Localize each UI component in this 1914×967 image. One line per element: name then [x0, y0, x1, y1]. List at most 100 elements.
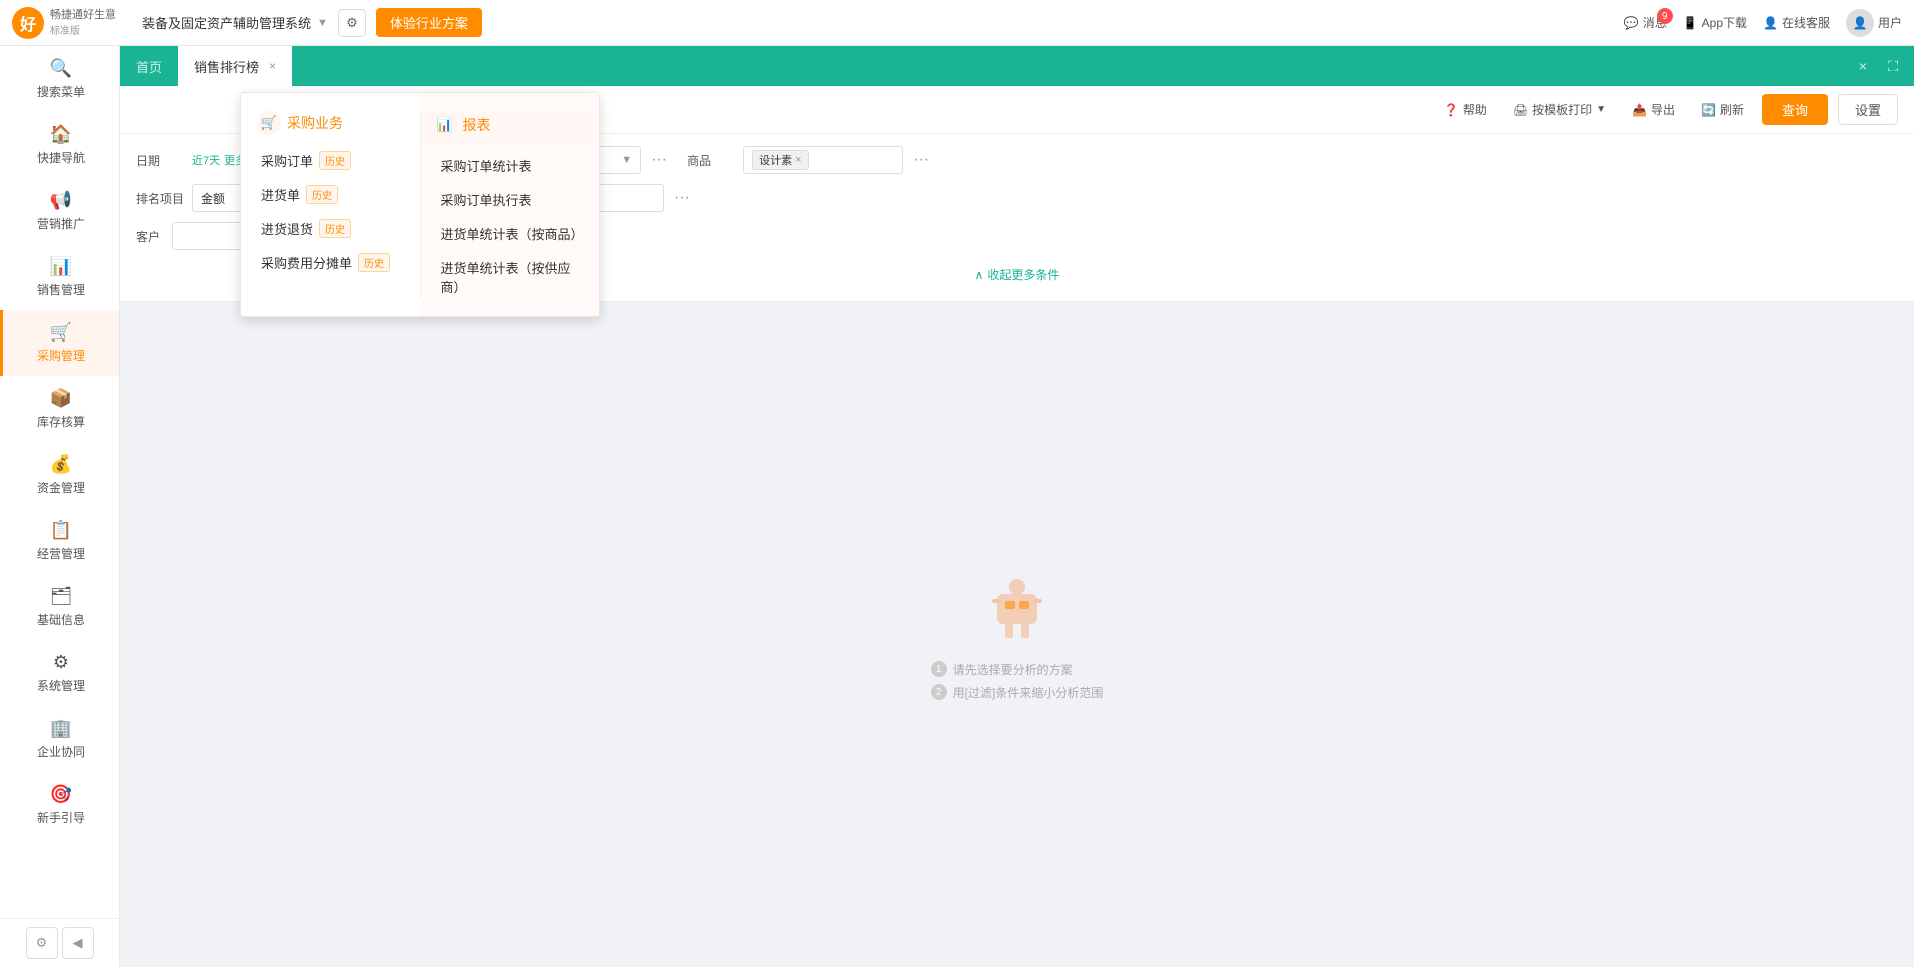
tab-close-btn[interactable]: × — [269, 59, 276, 73]
logo-text: 畅捷通好生意 — [50, 8, 116, 22]
purchase-col: 🛒 采购业务 采购订单 历史 进货单 历史 进货退货 历史 — [241, 105, 420, 304]
sidebar-item-sales[interactable]: 📊 销售管理 — [0, 244, 119, 310]
date-shortcut-7days[interactable]: 近7天 — [192, 152, 220, 168]
dropdown-item-report-2[interactable]: 采购订单执行表 — [433, 183, 588, 216]
date-label: 日期 — [136, 152, 186, 169]
sidebar-item-label-enterprise: 企业协同 — [37, 743, 85, 760]
toolbar-right: ❓ 帮助 🖨 按模板打印 ▼ 📤 导出 🔄 刷新 — [1436, 94, 1898, 125]
newbie-icon: 🎯 — [50, 784, 72, 805]
tab-sales-rank-label: 销售排行榜 — [194, 57, 259, 76]
dropdown-item-expense[interactable]: 采购费用分摊单 历史 — [253, 246, 408, 279]
sidebar-item-enterprise[interactable]: 🏢 企业协同 — [0, 706, 119, 772]
user-item[interactable]: 👤 用户 — [1846, 9, 1902, 37]
goods-tag-remove[interactable]: × — [795, 154, 801, 166]
report-1-label: 采购订单统计表 — [441, 156, 532, 175]
settings-action-btn[interactable]: 设置 — [1838, 94, 1898, 125]
procurement-dropdown-menu: 🛒 采购业务 采购订单 历史 进货单 历史 进货退货 历史 — [240, 92, 600, 317]
dropdown-item-report-1[interactable]: 采购订单统计表 — [433, 149, 588, 182]
export-btn[interactable]: 📤 导出 — [1624, 97, 1683, 122]
sidebar-item-newbie[interactable]: 🎯 新手引导 — [0, 772, 119, 838]
sidebar-item-operations[interactable]: 📋 经营管理 — [0, 508, 119, 574]
report-header-icon: 📊 — [433, 113, 457, 137]
sidebar-item-marketing[interactable]: 📢 营销推广 — [0, 178, 119, 244]
empty-icon — [977, 569, 1057, 649]
sidebar-settings-btn[interactable]: ⚙ — [26, 927, 58, 959]
tab-home[interactable]: 首页 — [120, 46, 178, 86]
online-service-item[interactable]: 👤 在线客服 — [1763, 14, 1830, 31]
sidebar-item-label-inventory: 库存核算 — [37, 413, 85, 430]
dropdown-item-report-3[interactable]: 进货单统计表（按商品） — [433, 217, 588, 250]
dropdown-item-purchase-order[interactable]: 采购订单 历史 — [253, 144, 408, 177]
report-col-header: 📊 报表 — [421, 105, 600, 145]
template-print-btn[interactable]: 🖨 按模板打印 ▼ — [1505, 97, 1614, 122]
sidebar-item-basic-info[interactable]: 🗂 基础信息 — [0, 574, 119, 640]
app-download-label: App下载 — [1702, 14, 1747, 31]
app-download-item[interactable]: 📱 App下载 — [1683, 14, 1747, 31]
sidebar: 🔍 搜索菜单 🏠 快捷导航 📢 营销推广 📊 销售管理 🛒 采购管理 📦 库存核… — [0, 46, 120, 967]
sidebar-item-quick-nav[interactable]: 🏠 快捷导航 — [0, 112, 119, 178]
logo-badge: 标准版 — [50, 22, 116, 37]
sidebar-item-procurement[interactable]: 🛒 采购管理 — [0, 310, 119, 376]
goods-dots[interactable]: ··· — [909, 151, 933, 169]
hint-text-2: 用[过滤]条件来缩小分析范围 — [953, 684, 1104, 701]
data-area: 1 请先选择要分析的方案 2 用[过滤]条件来缩小分析范围 — [120, 302, 1914, 967]
home-icon: 🏠 — [50, 124, 72, 145]
sales-icon: 📊 — [50, 256, 72, 277]
sidebar-item-label-finance: 资金管理 — [37, 479, 85, 496]
return-history: 历史 — [319, 219, 351, 238]
header-settings-btn[interactable]: ⚙ — [338, 9, 366, 37]
voucher-status-dots[interactable]: ··· — [647, 151, 671, 169]
purchase-order-label: 采购订单 — [261, 151, 313, 170]
tab-action-expand[interactable]: ⛶ — [1880, 53, 1906, 79]
refresh-btn[interactable]: 🔄 刷新 — [1693, 97, 1752, 122]
expense-history: 历史 — [358, 253, 390, 272]
user-name: 用户 — [1878, 14, 1902, 31]
goods-input[interactable]: 设计素 × — [743, 146, 903, 174]
sidebar-bottom: ⚙ ◀ — [0, 918, 119, 967]
goods-tag-value: 设计素 — [759, 152, 792, 168]
dropdown-columns: 🛒 采购业务 采购订单 历史 进货单 历史 进货退货 历史 — [241, 105, 599, 304]
rank-select-value: 金额 — [201, 190, 225, 207]
export-label: 导出 — [1651, 101, 1675, 118]
dropdown-item-report-4[interactable]: 进货单统计表（按供应商） — [433, 251, 588, 303]
enterprise-icon: 🏢 — [50, 718, 72, 739]
notification-item[interactable]: 💬 消息 9 — [1624, 14, 1667, 31]
sidebar-item-search[interactable]: 🔍 搜索菜单 — [0, 46, 119, 112]
sidebar-item-system[interactable]: ⚙ 系统管理 — [0, 640, 119, 706]
help-btn[interactable]: ❓ 帮助 — [1436, 97, 1495, 122]
logo-area: 好 畅捷通好生意 标准版 — [12, 7, 132, 39]
incoming-label: 进货单 — [261, 185, 300, 204]
collapse-label: 收起更多条件 — [987, 266, 1059, 283]
goods-label: 商品 — [687, 152, 737, 169]
sidebar-collapse-btn[interactable]: ◀ — [62, 927, 94, 959]
purchase-order-history: 历史 — [319, 151, 351, 170]
procurement-icon: 🛒 — [50, 322, 72, 343]
search-icon: 🔍 — [50, 58, 72, 79]
report-2-label: 采购订单执行表 — [441, 190, 532, 209]
query-btn[interactable]: 查询 — [1762, 94, 1828, 125]
salesperson-dots[interactable]: ··· — [670, 189, 694, 207]
tab-sales-rank[interactable]: 销售排行榜 × — [178, 46, 292, 86]
system-title-arrow[interactable]: ▼ — [317, 17, 328, 29]
basic-info-icon: 🗂 — [50, 586, 73, 607]
tab-action-close[interactable]: × — [1850, 53, 1876, 79]
help-icon: ❓ — [1444, 103, 1459, 117]
print-icon: 🖨 — [1513, 103, 1528, 117]
sidebar-item-finance[interactable]: 💰 资金管理 — [0, 442, 119, 508]
main-layout: 🔍 搜索菜单 🏠 快捷导航 📢 营销推广 📊 销售管理 🛒 采购管理 📦 库存核… — [0, 46, 1914, 967]
sidebar-item-inventory[interactable]: 📦 库存核算 — [0, 376, 119, 442]
dropdown-item-return[interactable]: 进货退货 历史 — [253, 212, 408, 245]
collapse-icon: ∧ — [975, 268, 984, 282]
empty-hints: 1 请先选择要分析的方案 2 用[过滤]条件来缩小分析范围 — [931, 661, 1104, 701]
refresh-label: 刷新 — [1720, 101, 1744, 118]
industry-btn[interactable]: 体验行业方案 — [376, 8, 482, 37]
empty-state: 1 请先选择要分析的方案 2 用[过滤]条件来缩小分析范围 — [931, 569, 1104, 701]
export-icon: 📤 — [1632, 103, 1647, 117]
hint-num-1: 1 — [931, 661, 947, 677]
finance-icon: 💰 — [50, 454, 72, 475]
notification-badge: 9 — [1657, 8, 1673, 24]
online-service-label: 在线客服 — [1782, 14, 1830, 31]
dropdown-item-incoming[interactable]: 进货单 历史 — [253, 178, 408, 211]
system-title: 装备及固定资产辅助管理系统 ▼ — [142, 13, 328, 32]
operations-icon: 📋 — [50, 520, 72, 541]
